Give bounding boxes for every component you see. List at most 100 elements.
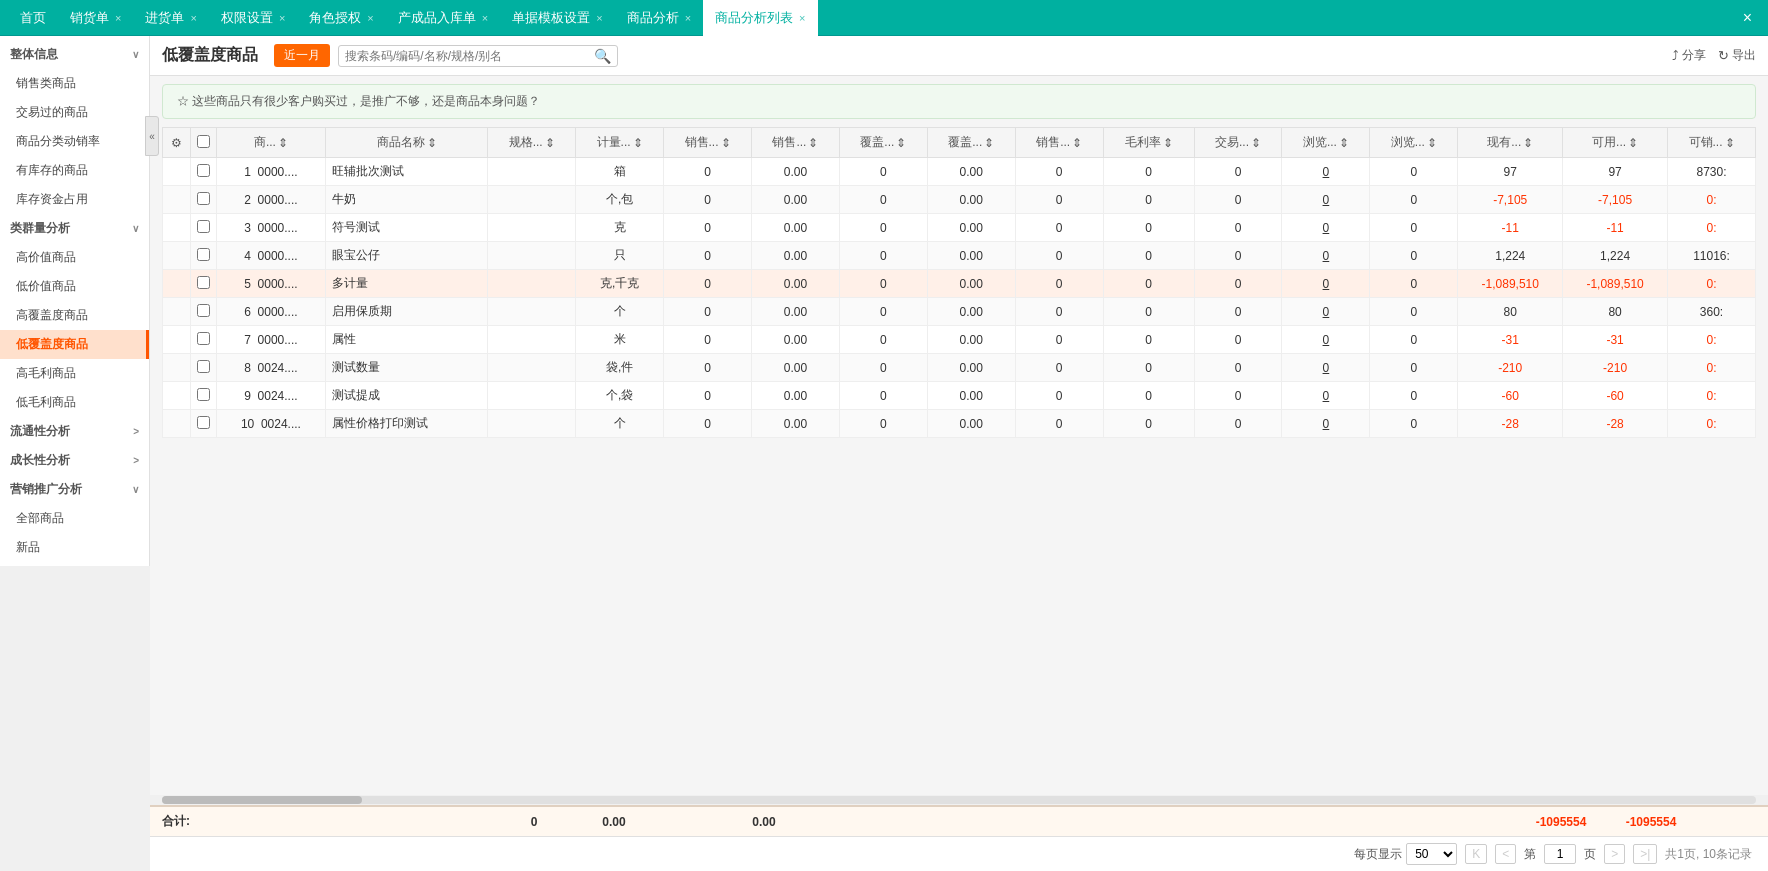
per-page-dropdown[interactable]: 50 20 100 200 <box>1406 843 1457 865</box>
row-select-checkbox[interactable] <box>197 248 210 261</box>
select-all-checkbox[interactable] <box>197 135 210 148</box>
row-checkbox[interactable] <box>191 382 217 410</box>
col-sales-count[interactable]: 销售...⇕ <box>1015 128 1103 158</box>
nav-permissions[interactable]: 权限设置 × <box>209 0 297 36</box>
row-browse1[interactable]: 0 <box>1282 326 1370 354</box>
row-select-checkbox[interactable] <box>197 192 210 205</box>
row-checkbox[interactable] <box>191 298 217 326</box>
row-checkbox[interactable] <box>191 158 217 186</box>
col-browse1[interactable]: 浏览...⇕ <box>1282 128 1370 158</box>
nav-product-storage[interactable]: 产成品入库单 × <box>386 0 500 36</box>
data-table-wrapper[interactable]: ⚙ 商...⇕ 商品名称⇕ 规格...⇕ 计量...⇕ 销售...⇕ 销售...… <box>150 127 1768 795</box>
nav-purchase[interactable]: 进货单 × <box>133 0 208 36</box>
sidebar-section-growth[interactable]: 成长性分析 > <box>0 446 149 475</box>
first-page-button[interactable]: K <box>1465 844 1487 864</box>
row-browse1[interactable]: 0 <box>1282 354 1370 382</box>
row-checkbox[interactable] <box>191 270 217 298</box>
row-browse1[interactable]: 0 <box>1282 410 1370 438</box>
nav-home[interactable]: 首页 <box>8 0 58 36</box>
sidebar-item-traded-goods[interactable]: 交易过的商品 <box>0 98 149 127</box>
search-input[interactable] <box>345 49 594 63</box>
col-code[interactable]: 商...⇕ <box>217 128 326 158</box>
row-browse1[interactable]: 0 <box>1282 214 1370 242</box>
row-select-checkbox[interactable] <box>197 360 210 373</box>
horizontal-scrollbar[interactable] <box>150 795 1768 805</box>
sidebar-item-low-coverage[interactable]: 低覆盖度商品 <box>0 330 149 359</box>
row-select-checkbox[interactable] <box>197 416 210 429</box>
col-saleable[interactable]: 可销...⇕ <box>1668 128 1756 158</box>
col-trade[interactable]: 交易...⇕ <box>1194 128 1282 158</box>
sidebar-collapse-button[interactable]: « <box>145 116 159 156</box>
col-coverage1[interactable]: 覆盖...⇕ <box>839 128 927 158</box>
row-select-checkbox[interactable] <box>197 304 210 317</box>
row-select-checkbox[interactable] <box>197 388 210 401</box>
close-icon[interactable]: × <box>279 12 285 24</box>
export-button[interactable]: ↻ 导出 <box>1718 47 1756 64</box>
nav-sales[interactable]: 销货单 × <box>58 0 133 36</box>
close-icon[interactable]: × <box>482 12 488 24</box>
col-settings[interactable]: ⚙ <box>163 128 191 158</box>
row-checkbox[interactable] <box>191 242 217 270</box>
close-icon[interactable]: × <box>115 12 121 24</box>
row-browse1[interactable]: 0 <box>1282 242 1370 270</box>
sidebar-section-marketing[interactable]: 营销推广分析 ∨ <box>0 475 149 504</box>
row-browse1[interactable]: 0 <box>1282 382 1370 410</box>
col-name[interactable]: 商品名称⇕ <box>325 128 487 158</box>
prev-page-button[interactable]: < <box>1495 844 1516 864</box>
close-icon[interactable]: × <box>367 12 373 24</box>
row-checkbox[interactable] <box>191 186 217 214</box>
col-sales-qty[interactable]: 销售...⇕ <box>664 128 752 158</box>
sidebar-section-overall[interactable]: 整体信息 ∨ <box>0 40 149 69</box>
row-browse1[interactable]: 0 <box>1282 158 1370 186</box>
row-browse1[interactable]: 0 <box>1282 186 1370 214</box>
col-unit[interactable]: 计量...⇕ <box>576 128 664 158</box>
nav-goods-analysis-list[interactable]: 商品分析列表 × <box>703 0 817 36</box>
sidebar-item-all-goods[interactable]: 全部商品 <box>0 504 149 533</box>
row-checkbox[interactable] <box>191 354 217 382</box>
nav-roles[interactable]: 角色授权 × <box>297 0 385 36</box>
last-page-button[interactable]: >| <box>1633 844 1657 864</box>
sidebar-item-low-profit[interactable]: 低毛利商品 <box>0 388 149 417</box>
close-icon[interactable]: × <box>685 12 691 24</box>
close-icon[interactable]: × <box>799 12 805 24</box>
row-select-checkbox[interactable] <box>197 164 210 177</box>
sidebar-item-stock-goods[interactable]: 有库存的商品 <box>0 156 149 185</box>
close-icon[interactable]: × <box>190 12 196 24</box>
col-gross-rate[interactable]: 毛利率⇕ <box>1103 128 1194 158</box>
sidebar-item-sales-rate[interactable]: 商品分类动销率 <box>0 127 149 156</box>
row-browse1[interactable]: 0 <box>1282 298 1370 326</box>
sidebar-item-high-coverage[interactable]: 高覆盖度商品 <box>0 301 149 330</box>
next-page-button[interactable]: > <box>1604 844 1625 864</box>
row-select-checkbox[interactable] <box>197 276 210 289</box>
sidebar-item-sales-goods[interactable]: 销售类商品 <box>0 69 149 98</box>
col-browse2[interactable]: 浏览...⇕ <box>1370 128 1458 158</box>
col-current-stock[interactable]: 现有...⇕ <box>1458 128 1563 158</box>
close-icon[interactable]: × <box>596 12 602 24</box>
page-number-input[interactable] <box>1544 844 1576 864</box>
row-select-checkbox[interactable] <box>197 220 210 233</box>
sidebar-item-high-profit[interactable]: 高毛利商品 <box>0 359 149 388</box>
col-coverage2[interactable]: 覆盖...⇕ <box>927 128 1015 158</box>
nav-template[interactable]: 单据模板设置 × <box>500 0 614 36</box>
sidebar-item-low-value[interactable]: 低价值商品 <box>0 272 149 301</box>
row-checkbox[interactable] <box>191 326 217 354</box>
col-available[interactable]: 可用...⇕ <box>1563 128 1668 158</box>
col-checkbox[interactable] <box>191 128 217 158</box>
sidebar-section-circulation[interactable]: 流通性分析 > <box>0 417 149 446</box>
sidebar-item-new-goods[interactable]: 新品 <box>0 533 149 562</box>
share-button[interactable]: ⤴ 分享 <box>1672 47 1706 64</box>
sidebar-item-stock-value[interactable]: 库存资金占用 <box>0 185 149 214</box>
window-close-button[interactable]: × <box>1735 9 1760 27</box>
col-sales-amt[interactable]: 销售...⇕ <box>751 128 839 158</box>
time-filter-button[interactable]: 近一月 <box>274 44 330 67</box>
sidebar-section-quality[interactable]: 类群量分析 ∨ <box>0 214 149 243</box>
row-checkbox[interactable] <box>191 410 217 438</box>
sidebar-item-high-value[interactable]: 高价值商品 <box>0 243 149 272</box>
row-checkbox[interactable] <box>191 214 217 242</box>
row-browse1[interactable]: 0 <box>1282 270 1370 298</box>
search-icon[interactable]: 🔍 <box>594 48 611 64</box>
nav-goods-analysis[interactable]: 商品分析 × <box>615 0 703 36</box>
scrollbar-thumb[interactable] <box>162 796 362 804</box>
col-spec[interactable]: 规格...⇕ <box>488 128 576 158</box>
row-select-checkbox[interactable] <box>197 332 210 345</box>
